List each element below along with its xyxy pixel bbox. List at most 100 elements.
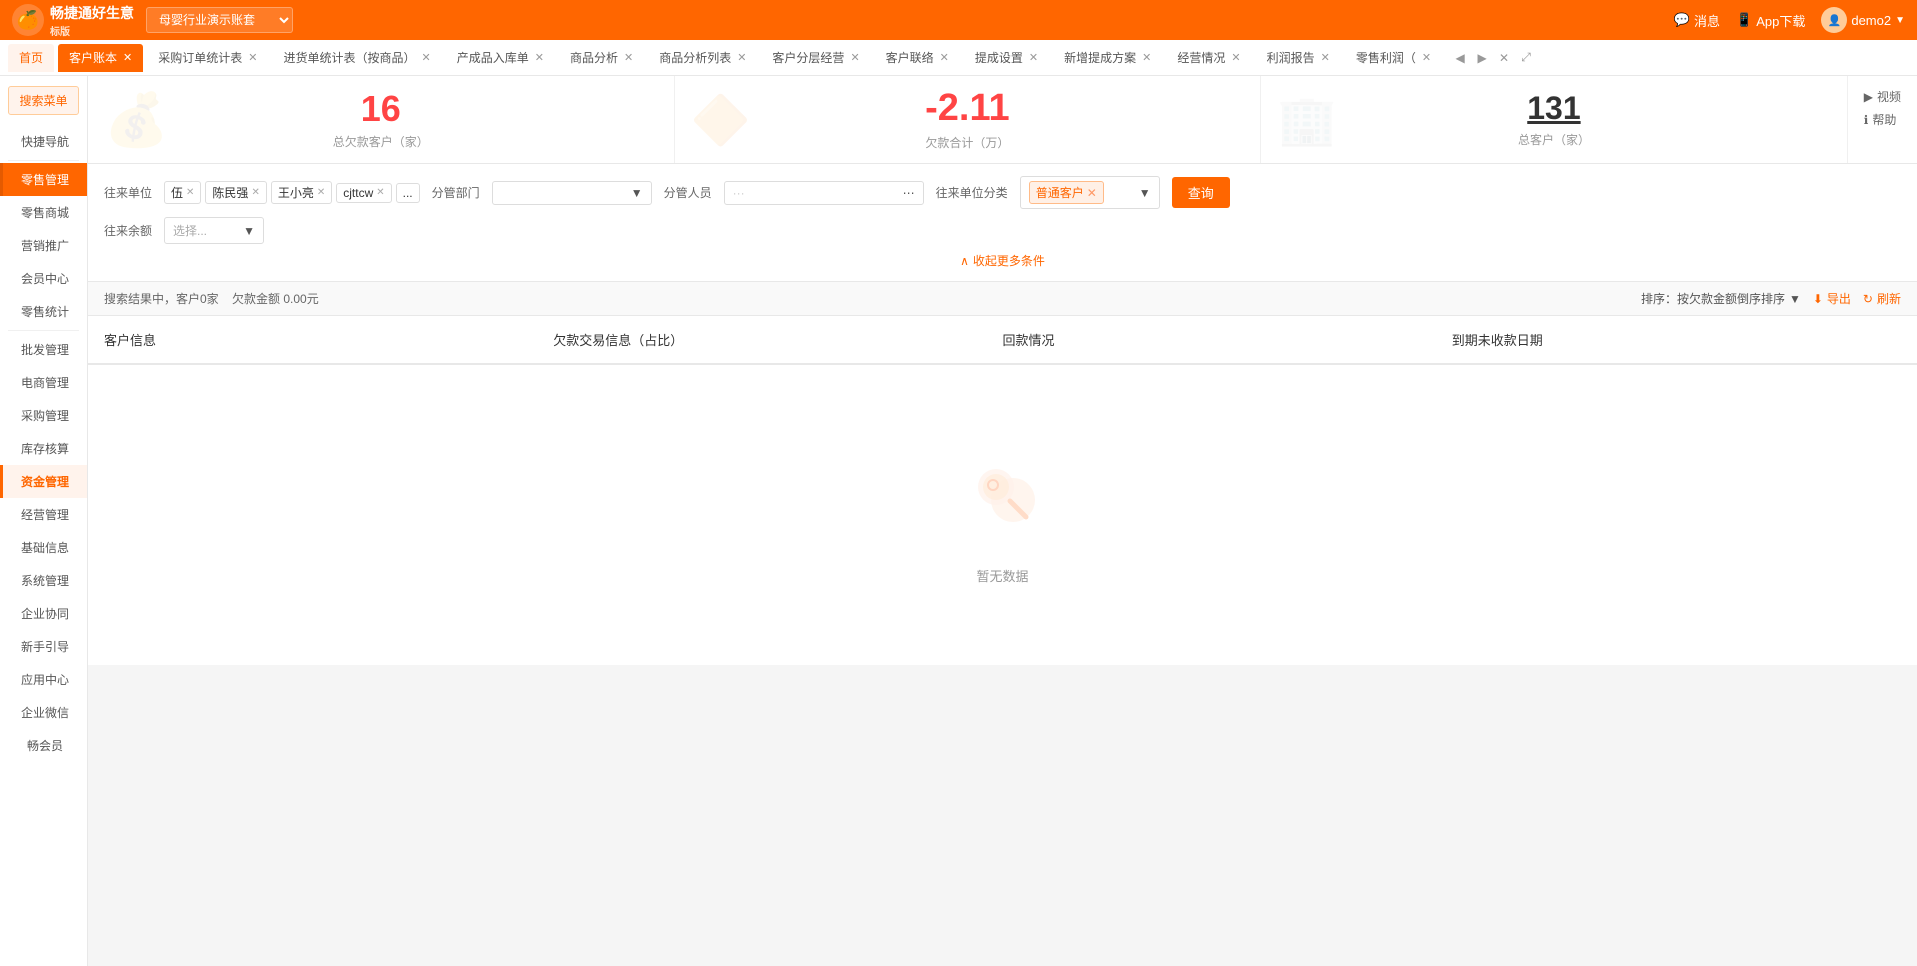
tab-customer-contact[interactable]: 客户联络 ✕ xyxy=(875,44,960,72)
export-btn[interactable]: ⬇ 导出 xyxy=(1813,290,1851,307)
chevron-down-icon: ▼ xyxy=(1139,186,1151,200)
tab-label: 进货单统计表（按商品） xyxy=(283,49,415,66)
tab-label: 商品分析列表 xyxy=(659,49,731,66)
tab-close-icon[interactable]: ✕ xyxy=(535,51,544,64)
tab-close-all[interactable]: ✕ xyxy=(1494,48,1514,68)
video-btn[interactable]: ▶ 视频 xyxy=(1864,88,1901,105)
filter-tag-wu[interactable]: 伍 ✕ xyxy=(164,181,201,204)
sidebar-item-enterprise-wechat[interactable]: 企业微信 xyxy=(0,696,87,729)
department-label: 分管部门 xyxy=(432,184,480,201)
person-input[interactable]: ··· ⋯ xyxy=(724,181,924,205)
app-download-btn[interactable]: 📱 App下载 xyxy=(1736,11,1805,30)
tab-close-icon[interactable]: ✕ xyxy=(1422,51,1431,64)
tab-product-analysis-list[interactable]: 商品分析列表 ✕ xyxy=(648,44,757,72)
sort-select[interactable]: 排序：按欠款金额倒序排序 ▼ xyxy=(1641,290,1801,307)
refresh-btn[interactable]: ↻ 刷新 xyxy=(1863,290,1901,307)
tab-close-icon[interactable]: ✕ xyxy=(850,51,859,64)
tab-close-icon[interactable]: ✕ xyxy=(940,51,949,64)
sidebar-item-system[interactable]: 系统管理 xyxy=(0,564,87,597)
filter-tag-more[interactable]: ... xyxy=(396,183,420,203)
tab-close-icon[interactable]: ✕ xyxy=(1321,51,1330,64)
tab-goods-in-stats[interactable]: 进货单统计表（按商品） ✕ xyxy=(272,44,441,72)
filter-tag-wang[interactable]: 王小亮 ✕ xyxy=(271,181,332,204)
credit-customers-label: 总欠款客户（家） xyxy=(333,133,429,150)
sidebar-item-app-center[interactable]: 应用中心 xyxy=(0,663,87,696)
balance-select[interactable]: 选择... ▼ xyxy=(164,217,264,244)
tab-close-icon[interactable]: ✕ xyxy=(422,51,431,64)
sidebar-item-operations[interactable]: 经营管理 xyxy=(0,498,87,531)
unit-classify-select[interactable]: 普通客户 ✕ ▼ xyxy=(1020,176,1160,209)
sidebar-item-member-center[interactable]: 会员中心 xyxy=(0,262,87,295)
tag-close-cjttcw[interactable]: ✕ xyxy=(376,187,384,198)
sidebar-item-basic-info[interactable]: 基础信息 xyxy=(0,531,87,564)
tab-label: 提成设置 xyxy=(975,49,1023,66)
tab-label: 客户账本 xyxy=(69,49,117,66)
tab-close-icon[interactable]: ✕ xyxy=(1142,51,1151,64)
tag-close-chen[interactable]: ✕ xyxy=(251,187,259,198)
tab-close-icon[interactable]: ✕ xyxy=(1231,51,1240,64)
normal-customer-tag[interactable]: 普通客户 ✕ xyxy=(1029,181,1104,204)
tab-home[interactable]: 首页 xyxy=(8,44,54,72)
tab-retail-profit[interactable]: 零售利润（ ✕ xyxy=(1345,44,1442,72)
result-bar: 搜索结果中，客户0家 欠款金额 0.00元 排序：按欠款金额倒序排序 ▼ ⬇ 导… xyxy=(88,282,1917,316)
header-bar: 🍊 畅捷通好生意 标版 母婴行业演示账套 💬 消息 📱 App下载 👤 demo… xyxy=(0,0,1917,40)
tab-product-analysis[interactable]: 商品分析 ✕ xyxy=(559,44,644,72)
credit-customers-bg-icon: 💰 xyxy=(104,89,169,150)
company-selector[interactable]: 母婴行业演示账套 xyxy=(146,7,293,33)
sidebar-item-finance[interactable]: 资金管理 xyxy=(0,465,87,498)
message-btn[interactable]: 💬 消息 xyxy=(1674,11,1720,30)
filter-tag-cjttcw[interactable]: cjttcw ✕ xyxy=(336,183,391,203)
sidebar-item-retail-mall[interactable]: 零售商城 xyxy=(0,196,87,229)
tab-business-status[interactable]: 经营情况 ✕ xyxy=(1166,44,1251,72)
tab-close-icon[interactable]: ✕ xyxy=(123,51,132,64)
tab-close-icon[interactable]: ✕ xyxy=(624,51,633,64)
tab-new-promotions[interactable]: 新增提成方案 ✕ xyxy=(1053,44,1162,72)
tab-scroll-right[interactable]: ▶ xyxy=(1472,48,1492,68)
tag-close-wang[interactable]: ✕ xyxy=(317,187,325,198)
credit-amount-label: 欠款合计（万） xyxy=(925,134,1009,151)
tab-scroll-left[interactable]: ◀ xyxy=(1450,48,1470,68)
sidebar-item-marketing[interactable]: 营销推广 xyxy=(0,229,87,262)
sidebar-item-enterprise[interactable]: 企业协同 xyxy=(0,597,87,630)
download-icon: 📱 xyxy=(1736,12,1752,28)
tag-close-wu[interactable]: ✕ xyxy=(186,187,194,198)
sidebar-item-vip[interactable]: 畅会员 xyxy=(0,729,87,762)
query-button[interactable]: 查询 xyxy=(1172,177,1230,208)
tab-product-entry[interactable]: 产成品入库单 ✕ xyxy=(446,44,555,72)
sidebar-item-quick-nav[interactable]: 快捷导航 xyxy=(0,125,87,158)
sidebar-item-purchase[interactable]: 采购管理 xyxy=(0,399,87,432)
sidebar-item-retail-stats[interactable]: 零售统计 xyxy=(0,295,87,328)
chevron-down-icon: ▼ xyxy=(1789,292,1801,306)
tab-expand[interactable]: ⤢ xyxy=(1516,48,1536,68)
sidebar-item-wholesale[interactable]: 批发管理 xyxy=(0,333,87,366)
department-select[interactable]: ▼ xyxy=(492,181,652,205)
tab-close-icon[interactable]: ✕ xyxy=(1029,51,1038,64)
filter-tag-chen[interactable]: 陈民强 ✕ xyxy=(205,181,266,204)
result-actions: 排序：按欠款金额倒序排序 ▼ ⬇ 导出 ↻ 刷新 xyxy=(1641,290,1901,307)
sidebar-item-new-guide[interactable]: 新手引导 xyxy=(0,630,87,663)
tab-label: 利润报告 xyxy=(1267,49,1315,66)
tab-promotion-settings[interactable]: 提成设置 ✕ xyxy=(964,44,1049,72)
tab-purchase-orders[interactable]: 采购订单统计表 ✕ xyxy=(147,44,268,72)
tab-accounts-receivable[interactable]: 客户账本 ✕ xyxy=(58,44,143,72)
table-area: 客户信息 欠款交易信息（占比） 回款情况 到期未收款日期 暂 xyxy=(88,316,1917,665)
balance-placeholder: 选择... xyxy=(173,222,207,239)
sidebar-item-ecommerce[interactable]: 电商管理 xyxy=(0,366,87,399)
sidebar-item-inventory[interactable]: 库存核算 xyxy=(0,432,87,465)
sidebar-item-retail-management[interactable]: 零售管理 xyxy=(0,163,87,196)
tab-close-icon[interactable]: ✕ xyxy=(737,51,746,64)
tab-customer-segments[interactable]: 客户分层经营 ✕ xyxy=(761,44,870,72)
main-layout: 搜索菜单 快捷导航 零售管理 零售商城 营销推广 会员中心 零售统计 批发管理 … xyxy=(0,76,1917,966)
collapse-btn[interactable]: ∧ 收起更多条件 xyxy=(960,252,1045,269)
chevron-down-icon: ▼ xyxy=(243,224,255,238)
chevron-down-icon: ▼ xyxy=(1895,15,1905,26)
user-menu[interactable]: 👤 demo2 ▼ xyxy=(1821,7,1905,33)
stat-credit-amount: 🔶 -2.11 欠款合计（万） xyxy=(675,76,1262,163)
tab-profit-report[interactable]: 利润报告 ✕ xyxy=(1256,44,1341,72)
tag-close-normal[interactable]: ✕ xyxy=(1087,186,1097,200)
sidebar-divider xyxy=(8,160,79,161)
tab-close-icon[interactable]: ✕ xyxy=(248,51,257,64)
search-menu-btn[interactable]: 搜索菜单 xyxy=(8,86,79,115)
tab-label: 经营情况 xyxy=(1177,49,1225,66)
help-btn[interactable]: ℹ 帮助 xyxy=(1864,111,1901,128)
